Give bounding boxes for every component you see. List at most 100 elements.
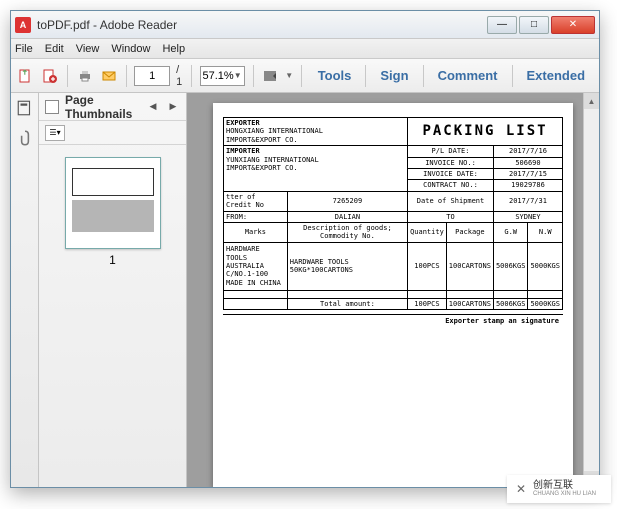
total-label: Total amount: bbox=[287, 298, 407, 309]
chevron-down-icon: ▼ bbox=[234, 71, 242, 80]
zoom-dropdown[interactable]: 57.1% ▼ bbox=[200, 66, 245, 86]
pdf-page: EXPORTER HONGXIANG INTERNATIONAL IMPORT&… bbox=[213, 103, 573, 487]
toolbar-separator bbox=[423, 65, 424, 87]
thumbnails-panel: Page Thumbnails ◀ ▶ ☰▾ 1 bbox=[39, 93, 187, 487]
thumbnails-options-button[interactable]: ☰▾ bbox=[45, 125, 65, 141]
thumbnails-collapse-left[interactable]: ◀ bbox=[146, 100, 160, 114]
credit-no-value: 7265209 bbox=[287, 191, 407, 211]
toolbar-separator bbox=[253, 65, 254, 87]
row-marks-value: HARDWARE TOOLS AUSTRALIA C/NO.1-100 MADE… bbox=[224, 242, 288, 290]
create-pdf-icon bbox=[42, 68, 58, 84]
col-nw: N.W bbox=[528, 222, 563, 242]
from-label: FROM: bbox=[224, 211, 288, 222]
adobe-reader-icon: A bbox=[15, 17, 31, 33]
maximize-button[interactable]: □ bbox=[519, 16, 549, 34]
total-gw: 5006KGS bbox=[493, 298, 528, 309]
invoice-no-label: INVOICE NO.: bbox=[408, 157, 494, 168]
thumbnails-collapse-right[interactable]: ▶ bbox=[166, 100, 180, 114]
stamp-note: Exporter stamp an signature bbox=[223, 314, 563, 327]
page-total-label: / 1 bbox=[176, 64, 183, 88]
document-viewport[interactable]: EXPORTER HONGXIANG INTERNATIONAL IMPORT&… bbox=[187, 93, 599, 487]
row-qty-value: 100PCS bbox=[408, 242, 447, 290]
sign-panel-link[interactable]: Sign bbox=[372, 64, 416, 87]
create-pdf-button[interactable] bbox=[41, 63, 59, 89]
col-gw: G.W bbox=[493, 222, 528, 242]
total-nw: 5000KGS bbox=[528, 298, 563, 309]
tools-panel-link[interactable]: Tools bbox=[310, 64, 360, 87]
print-icon bbox=[77, 68, 93, 84]
contract-no-value: 19029786 bbox=[493, 180, 562, 191]
total-qty: 100PCS bbox=[408, 298, 447, 309]
titlebar[interactable]: A toPDF.pdf - Adobe Reader — □ ✕ bbox=[11, 11, 599, 39]
more-tools-chevron[interactable]: ▼ bbox=[285, 71, 293, 80]
thumbnails-options-bar: ☰▾ bbox=[39, 121, 186, 145]
scroll-up-button[interactable]: ▲ bbox=[584, 93, 599, 109]
comment-panel-link[interactable]: Comment bbox=[430, 64, 506, 87]
importer-value: YUNXIANG INTERNATIONAL IMPORT&EXPORT CO. bbox=[226, 156, 319, 172]
thumbnails-list: 1 bbox=[39, 145, 186, 487]
total-pkg: 100CARTONS bbox=[446, 298, 493, 309]
ship-date-label: Date of Shipment bbox=[408, 191, 494, 211]
exporter-heading: EXPORTER bbox=[226, 119, 260, 127]
row-desc-value: HARDWARE TOOLS 50KG*100CARTONS bbox=[287, 242, 407, 290]
export-pdf-icon bbox=[18, 68, 34, 84]
row-pkg-value: 100CARTONS bbox=[446, 242, 493, 290]
to-label: TO bbox=[408, 211, 494, 222]
importer-heading: IMPORTER bbox=[226, 147, 260, 155]
toolbar-separator bbox=[365, 65, 366, 87]
from-value: DALIAN bbox=[287, 211, 407, 222]
col-description: Description of goods; Commodity No. bbox=[287, 222, 407, 242]
extended-panel-link[interactable]: Extended bbox=[519, 64, 594, 87]
col-marks: Marks bbox=[224, 222, 288, 242]
page-number-input[interactable] bbox=[134, 66, 170, 86]
watermark-brand: 创新互联 bbox=[533, 481, 596, 491]
contract-no-label: CONTRACT NO.: bbox=[408, 180, 494, 191]
watermark-sub: CHUANG XIN HU LIAN bbox=[533, 491, 596, 497]
toolbar: / 1 57.1% ▼ ▼ Tools Sign Comment Extende… bbox=[11, 59, 599, 93]
exporter-value: HONGXIANG INTERNATIONAL IMPORT&EXPORT CO… bbox=[226, 127, 323, 143]
email-icon bbox=[101, 68, 117, 84]
to-value: SYDNEY bbox=[493, 211, 562, 222]
thumbnails-icon bbox=[45, 100, 59, 114]
toolbar-separator bbox=[191, 65, 192, 87]
packing-list-table: EXPORTER HONGXIANG INTERNATIONAL IMPORT&… bbox=[223, 117, 563, 310]
menu-view[interactable]: View bbox=[76, 43, 100, 55]
menu-help[interactable]: Help bbox=[162, 43, 185, 55]
toolbar-separator bbox=[301, 65, 302, 87]
watermark-logo-icon: ✕ bbox=[509, 477, 533, 501]
close-button[interactable]: ✕ bbox=[551, 16, 595, 34]
toolbar-separator bbox=[67, 65, 68, 87]
thumbnails-header: Page Thumbnails ◀ ▶ bbox=[39, 93, 186, 121]
invoice-no-value: 506690 bbox=[493, 157, 562, 168]
pl-date-label: P/L DATE: bbox=[408, 146, 494, 157]
invoice-date-label: INVOICE DATE: bbox=[408, 168, 494, 179]
window-title: toPDF.pdf - Adobe Reader bbox=[37, 18, 487, 32]
packing-list-title: PACKING LIST bbox=[422, 123, 547, 139]
credit-no-label: tter of Credit No bbox=[224, 191, 288, 211]
menubar: File Edit View Window Help bbox=[11, 39, 599, 59]
menu-edit[interactable]: Edit bbox=[45, 43, 64, 55]
thumbnail-page-1[interactable]: 1 bbox=[65, 157, 161, 267]
zoom-value: 57.1% bbox=[203, 70, 234, 82]
ship-date-value: 2017/7/31 bbox=[493, 191, 562, 211]
invoice-date-value: 2017/7/15 bbox=[493, 168, 562, 179]
col-quantity: Quantity bbox=[408, 222, 447, 242]
app-window: A toPDF.pdf - Adobe Reader — □ ✕ File Ed… bbox=[10, 10, 600, 488]
print-button[interactable] bbox=[76, 63, 94, 89]
row-gw-value: 5006KGS bbox=[493, 242, 528, 290]
export-pdf-button[interactable] bbox=[17, 63, 35, 89]
toolbar-separator bbox=[126, 65, 127, 87]
vertical-scrollbar[interactable]: ▲ ▼ bbox=[583, 93, 599, 487]
watermark-badge: ✕ 创新互联 CHUANG XIN HU LIAN bbox=[507, 475, 611, 503]
menu-window[interactable]: Window bbox=[111, 43, 150, 55]
row-nw-value: 5000KGS bbox=[528, 242, 563, 290]
minimize-button[interactable]: — bbox=[487, 16, 517, 34]
thumbnail-page-label: 1 bbox=[65, 253, 161, 267]
menu-file[interactable]: File bbox=[15, 43, 33, 55]
read-mode-button[interactable] bbox=[261, 63, 279, 89]
attachments-rail-icon[interactable] bbox=[16, 129, 34, 147]
nav-rail bbox=[11, 93, 39, 487]
thumbnails-rail-icon[interactable] bbox=[16, 99, 34, 117]
toolbar-separator bbox=[512, 65, 513, 87]
email-button[interactable] bbox=[100, 63, 118, 89]
